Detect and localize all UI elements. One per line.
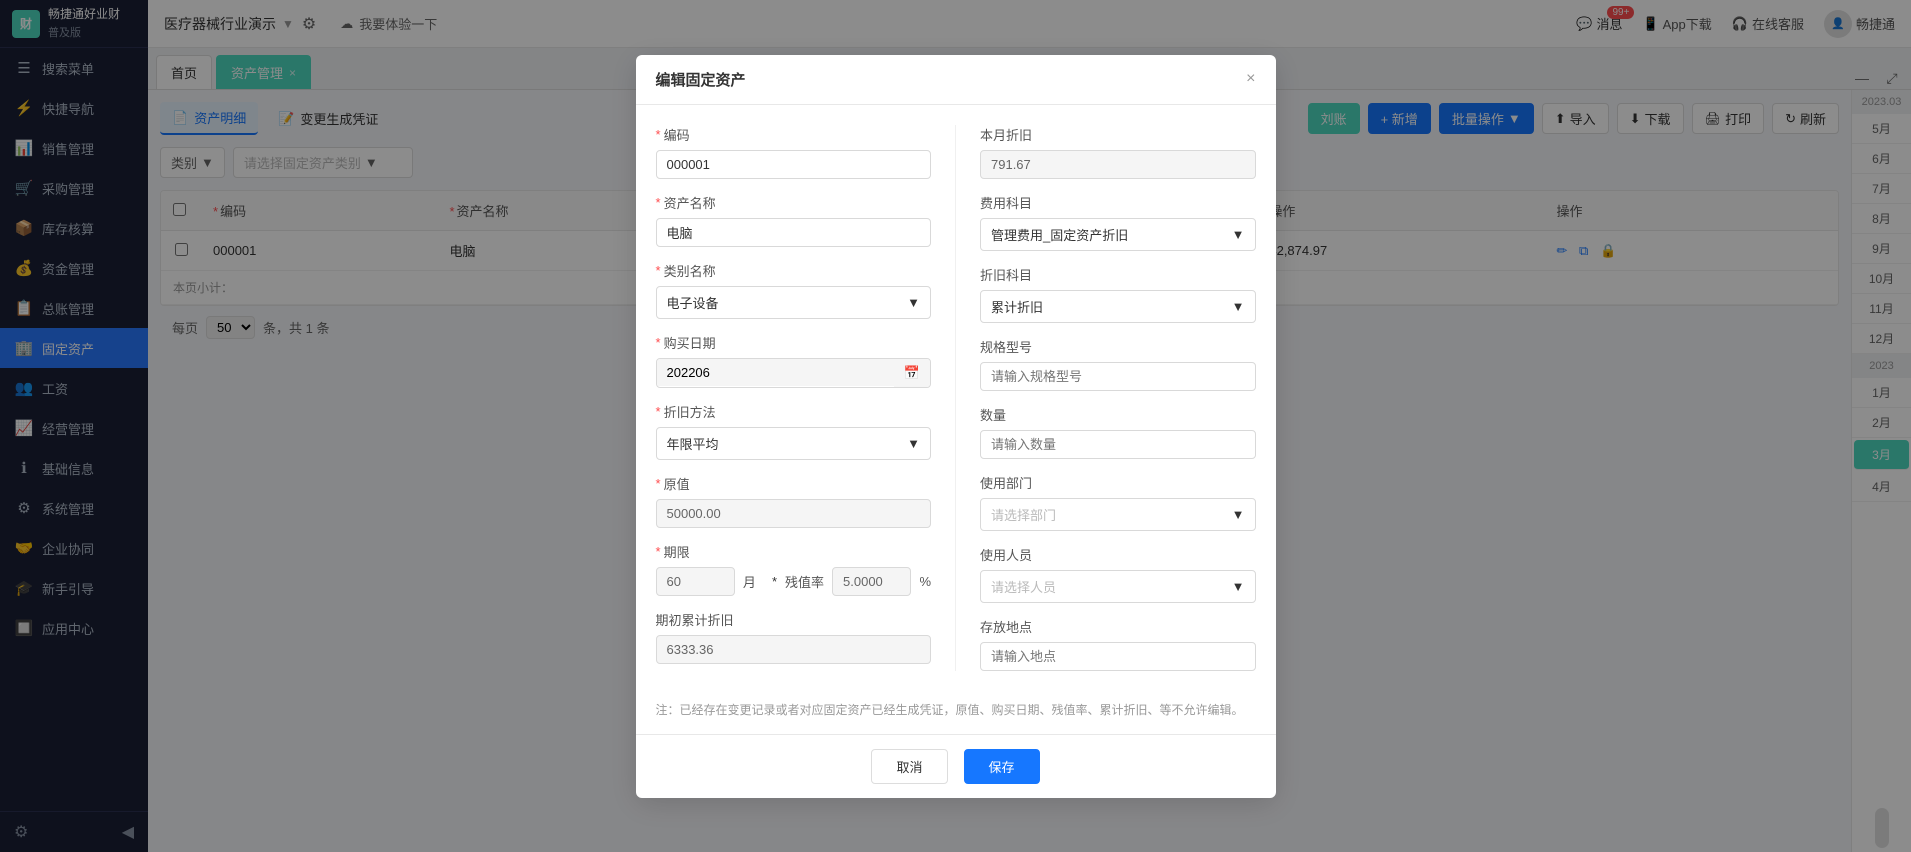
- depreciation-account-icon: ▼: [1232, 299, 1245, 314]
- field-code: * 编码: [656, 125, 932, 179]
- input-location[interactable]: [980, 642, 1256, 671]
- save-button[interactable]: 保存: [964, 749, 1040, 784]
- modal-note: 注：已经存在变更记录或者对应固定资产已经生成凭证，原值、购买日期、残值率、累计折…: [636, 691, 1276, 734]
- input-original-value[interactable]: [656, 499, 932, 528]
- expense-account-value: 管理费用_固定资产折旧: [991, 225, 1128, 244]
- input-spec[interactable]: [980, 362, 1256, 391]
- label-initial-accumulated: 期初累计折旧: [656, 610, 932, 629]
- field-original-value: * 原值: [656, 474, 932, 528]
- user-icon: ▼: [1232, 579, 1245, 594]
- label-quantity: 数量: [980, 405, 1256, 424]
- input-code[interactable]: [656, 150, 932, 179]
- field-expense-account: 费用科目 管理费用_固定资产折旧 ▼: [980, 193, 1256, 251]
- input-residual-rate[interactable]: [832, 567, 911, 596]
- field-asset-name: * 资产名称: [656, 193, 932, 247]
- residual-rate-label: 残值率: [785, 572, 824, 591]
- input-asset-name[interactable]: [656, 218, 932, 247]
- residual-rate-unit: %: [919, 574, 931, 589]
- input-initial-accumulated[interactable]: [656, 635, 932, 664]
- input-monthly-depreciation[interactable]: [980, 150, 1256, 179]
- field-category: * 类别名称 电子设备 ▼: [656, 261, 932, 319]
- modal-header: 编辑固定资产 ×: [636, 55, 1276, 105]
- field-depreciation-method: * 折旧方法 年限平均 ▼: [656, 402, 932, 460]
- modal-left-column: * 编码 * 资产名称: [656, 125, 932, 671]
- label-category: * 类别名称: [656, 261, 932, 280]
- department-icon: ▼: [1232, 507, 1245, 522]
- label-user: 使用人员: [980, 545, 1256, 564]
- field-purchase-date: * 购买日期 📅: [656, 333, 932, 388]
- calendar-icon[interactable]: 📅: [894, 359, 930, 387]
- period-unit: 月: [743, 572, 756, 591]
- label-original-value: * 原值: [656, 474, 932, 493]
- label-period: * 期限: [656, 542, 932, 561]
- depreciation-account-value: 累计折旧: [991, 297, 1043, 316]
- edit-asset-modal: 编辑固定资产 × * 编码: [636, 55, 1276, 798]
- label-location: 存放地点: [980, 617, 1256, 636]
- label-purchase-date: * 购买日期: [656, 333, 932, 352]
- input-purchase-date[interactable]: [657, 359, 894, 386]
- select-depreciation-account[interactable]: 累计折旧 ▼: [980, 290, 1256, 323]
- label-depreciation-method: * 折旧方法: [656, 402, 932, 421]
- label-department: 使用部门: [980, 473, 1256, 492]
- label-code: * 编码: [656, 125, 932, 144]
- label-depreciation-account: 折旧科目: [980, 265, 1256, 284]
- modal-overlay: 编辑固定资产 × * 编码: [0, 0, 1911, 852]
- department-placeholder: 请选择部门: [991, 505, 1056, 524]
- input-period[interactable]: [656, 567, 735, 596]
- label-monthly-depreciation: 本月折旧: [980, 125, 1256, 144]
- label-asset-name: * 资产名称: [656, 193, 932, 212]
- field-monthly-depreciation: 本月折旧: [980, 125, 1256, 179]
- purchase-date-input-wrap: 📅: [656, 358, 932, 388]
- label-expense-account: 费用科目: [980, 193, 1256, 212]
- field-initial-accumulated: 期初累计折旧: [656, 610, 932, 664]
- period-residual-row: 月 * 残值率 %: [656, 567, 932, 596]
- modal-footer: 取消 保存: [636, 734, 1276, 798]
- cancel-button[interactable]: 取消: [871, 749, 947, 784]
- field-location: 存放地点: [980, 617, 1256, 671]
- expense-account-icon: ▼: [1232, 227, 1245, 242]
- field-user: 使用人员 请选择人员 ▼: [980, 545, 1256, 603]
- modal-form-grid: * 编码 * 资产名称: [656, 125, 1256, 671]
- select-depreciation-method[interactable]: 年限平均 ▼: [656, 427, 932, 460]
- select-expense-account[interactable]: 管理费用_固定资产折旧 ▼: [980, 218, 1256, 251]
- note-text: 注：已经存在变更记录或者对应固定资产已经生成凭证，原值、购买日期、残值率、累计折…: [656, 703, 1244, 717]
- category-dropdown-icon: ▼: [907, 295, 920, 310]
- column-divider: [955, 125, 956, 671]
- modal-body: * 编码 * 资产名称: [636, 105, 1276, 691]
- field-depreciation-account: 折旧科目 累计折旧 ▼: [980, 265, 1256, 323]
- field-quantity: 数量: [980, 405, 1256, 459]
- select-user[interactable]: 请选择人员 ▼: [980, 570, 1256, 603]
- select-department[interactable]: 请选择部门 ▼: [980, 498, 1256, 531]
- category-value-text: 电子设备: [667, 293, 719, 312]
- field-spec: 规格型号: [980, 337, 1256, 391]
- label-spec: 规格型号: [980, 337, 1256, 356]
- field-period-residual: * 期限 月 * 残值率 %: [656, 542, 932, 596]
- modal-title: 编辑固定资产: [656, 69, 746, 90]
- input-quantity[interactable]: [980, 430, 1256, 459]
- depreciation-method-value: 年限平均: [667, 434, 719, 453]
- field-department: 使用部门 请选择部门 ▼: [980, 473, 1256, 531]
- modal-close-button[interactable]: ×: [1246, 70, 1255, 88]
- select-category[interactable]: 电子设备 ▼: [656, 286, 932, 319]
- depreciation-method-icon: ▼: [907, 436, 920, 451]
- modal-right-column: 本月折旧 费用科目 管理费用_固定资产折旧 ▼: [980, 125, 1256, 671]
- user-placeholder: 请选择人员: [991, 577, 1056, 596]
